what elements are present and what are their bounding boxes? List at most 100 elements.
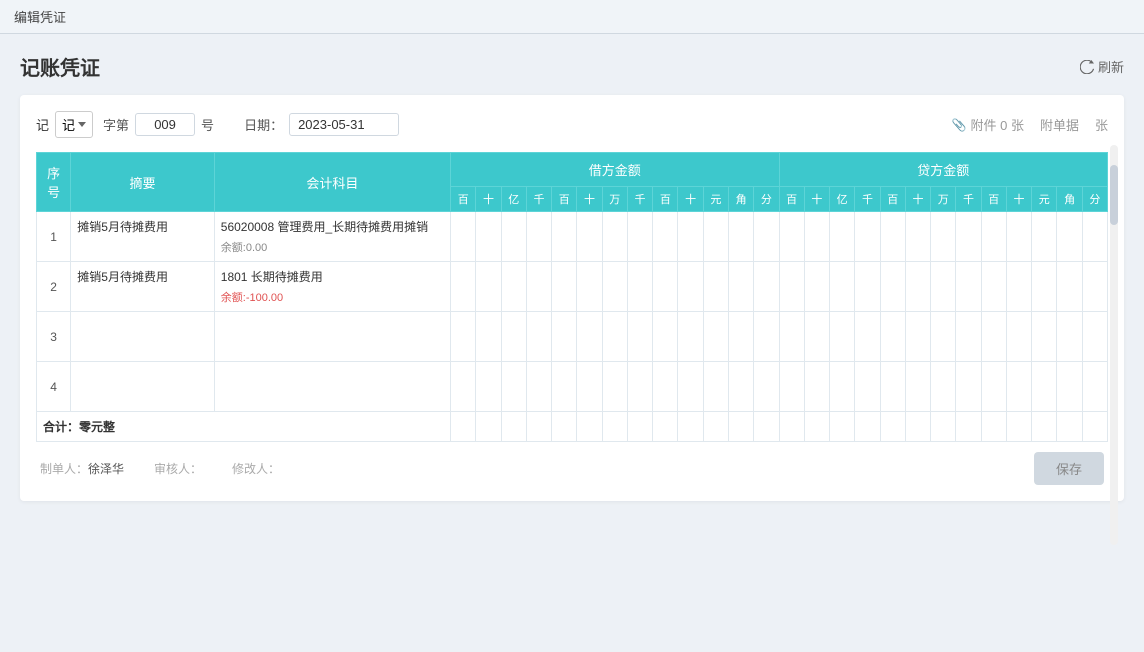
d3-c5[interactable] (577, 312, 602, 362)
c4-c10[interactable] (1032, 362, 1057, 412)
d1-c0[interactable] (451, 212, 476, 262)
c2-c8[interactable] (981, 262, 1006, 312)
d2-c0[interactable] (451, 262, 476, 312)
d2-c7[interactable] (627, 262, 652, 312)
c1-c1[interactable] (804, 212, 829, 262)
summary-1[interactable]: 摊销5月待摊费用 (71, 212, 214, 262)
c4-c5[interactable] (905, 362, 930, 412)
d4-c4[interactable] (552, 362, 577, 412)
save-button[interactable]: 保存 (1034, 452, 1104, 485)
c1-c10[interactable] (1032, 212, 1057, 262)
c4-c1[interactable] (804, 362, 829, 412)
c2-c10[interactable] (1032, 262, 1057, 312)
c4-c3[interactable] (855, 362, 880, 412)
d1-c7[interactable] (627, 212, 652, 262)
c2-c0[interactable] (779, 262, 804, 312)
d3-c10[interactable] (703, 312, 728, 362)
c1-c5[interactable] (905, 212, 930, 262)
summary-2[interactable]: 摊销5月待摊费用 (71, 262, 214, 312)
d1-c6[interactable] (602, 212, 627, 262)
c3-c2[interactable] (830, 312, 855, 362)
d2-c8[interactable] (653, 262, 678, 312)
date-input[interactable] (289, 113, 399, 136)
d4-c2[interactable] (501, 362, 526, 412)
d1-c1[interactable] (476, 212, 501, 262)
d4-c10[interactable] (703, 362, 728, 412)
d2-c12[interactable] (754, 262, 779, 312)
c3-c8[interactable] (981, 312, 1006, 362)
d3-c0[interactable] (451, 312, 476, 362)
d2-c9[interactable] (678, 262, 703, 312)
d1-c4[interactable] (552, 212, 577, 262)
d2-c6[interactable] (602, 262, 627, 312)
summary-4[interactable] (71, 362, 214, 412)
c4-c12[interactable] (1082, 362, 1107, 412)
d4-c6[interactable] (602, 362, 627, 412)
c3-c7[interactable] (956, 312, 981, 362)
d2-c4[interactable] (552, 262, 577, 312)
c2-c2[interactable] (830, 262, 855, 312)
d3-c8[interactable] (653, 312, 678, 362)
c2-c1[interactable] (804, 262, 829, 312)
d4-c1[interactable] (476, 362, 501, 412)
d4-c7[interactable] (627, 362, 652, 412)
c4-c11[interactable] (1057, 362, 1082, 412)
d3-c12[interactable] (754, 312, 779, 362)
c4-c2[interactable] (830, 362, 855, 412)
c1-c7[interactable] (956, 212, 981, 262)
c4-c0[interactable] (779, 362, 804, 412)
c1-c0[interactable] (779, 212, 804, 262)
c2-c6[interactable] (931, 262, 956, 312)
d2-c11[interactable] (728, 262, 753, 312)
c1-c8[interactable] (981, 212, 1006, 262)
c2-c11[interactable] (1057, 262, 1082, 312)
d2-c5[interactable] (577, 262, 602, 312)
c3-c10[interactable] (1032, 312, 1057, 362)
c2-c4[interactable] (880, 262, 905, 312)
c3-c0[interactable] (779, 312, 804, 362)
summary-3[interactable] (71, 312, 214, 362)
account-3[interactable] (214, 312, 450, 362)
c4-c6[interactable] (931, 362, 956, 412)
d1-c8[interactable] (653, 212, 678, 262)
d3-c9[interactable] (678, 312, 703, 362)
c3-c3[interactable] (855, 312, 880, 362)
d1-c9[interactable] (678, 212, 703, 262)
d2-c2[interactable] (501, 262, 526, 312)
d1-c10[interactable] (703, 212, 728, 262)
c3-c4[interactable] (880, 312, 905, 362)
d3-c4[interactable] (552, 312, 577, 362)
c1-c11[interactable] (1057, 212, 1082, 262)
d4-c12[interactable] (754, 362, 779, 412)
d1-c2[interactable] (501, 212, 526, 262)
d2-c3[interactable] (526, 262, 551, 312)
c1-c4[interactable] (880, 212, 905, 262)
c1-c6[interactable] (931, 212, 956, 262)
d1-c11[interactable] (728, 212, 753, 262)
c2-c3[interactable] (855, 262, 880, 312)
c3-c6[interactable] (931, 312, 956, 362)
c1-c3[interactable] (855, 212, 880, 262)
c4-c8[interactable] (981, 362, 1006, 412)
d3-c7[interactable] (627, 312, 652, 362)
d4-c3[interactable] (526, 362, 551, 412)
type-dropdown[interactable]: 记 (55, 111, 93, 138)
c3-c12[interactable] (1082, 312, 1107, 362)
attachment-single-label[interactable]: 附单据 (1040, 115, 1079, 134)
d3-c3[interactable] (526, 312, 551, 362)
d3-c2[interactable] (501, 312, 526, 362)
d4-c0[interactable] (451, 362, 476, 412)
c4-c9[interactable] (1006, 362, 1031, 412)
d3-c11[interactable] (728, 312, 753, 362)
attachment-link[interactable]: 📎 附件 0 张 (952, 115, 1024, 134)
c2-c12[interactable] (1082, 262, 1107, 312)
d1-c12[interactable] (754, 212, 779, 262)
c2-c5[interactable] (905, 262, 930, 312)
scrollbar-thumb[interactable] (1110, 165, 1118, 225)
c1-c12[interactable] (1082, 212, 1107, 262)
c3-c1[interactable] (804, 312, 829, 362)
account-2[interactable]: 1801 长期待摊费用 余额:-100.00 (214, 262, 450, 312)
c2-c9[interactable] (1006, 262, 1031, 312)
c3-c11[interactable] (1057, 312, 1082, 362)
account-4[interactable] (214, 362, 450, 412)
